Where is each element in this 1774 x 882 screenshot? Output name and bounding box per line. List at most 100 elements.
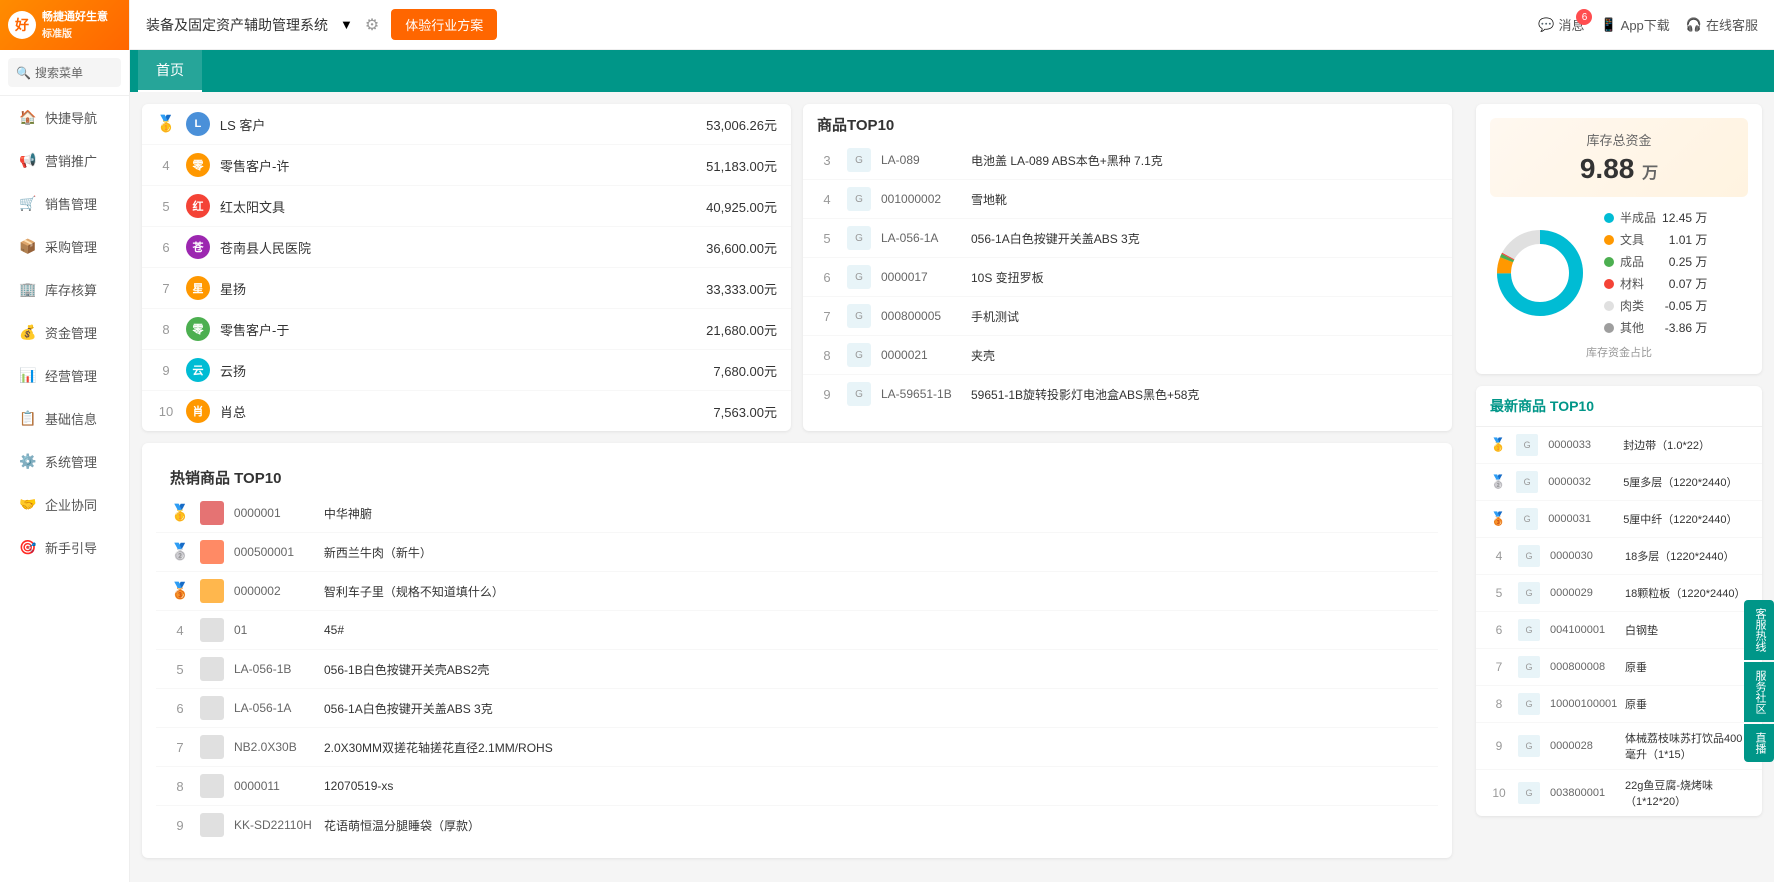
tab-home[interactable]: 首页 xyxy=(138,50,202,92)
service-live-btn[interactable]: 直播 xyxy=(1744,724,1774,762)
main-area: 装备及固定资产辅助管理系统 ▼ ⚙ 体验行业方案 💬 消息 6 📱 App下载 … xyxy=(130,0,1774,882)
rank-number: 6 xyxy=(156,240,176,255)
legend-dot xyxy=(1604,279,1614,289)
sidebar-item-系统管理[interactable]: ⚙️系统管理 xyxy=(0,440,129,483)
rank-number: 7 xyxy=(156,281,176,296)
legend-item: 文具 1.01 万 xyxy=(1604,231,1707,248)
latest-product-name: 体械荔枝味苏打饮品400毫升（1*15） xyxy=(1625,730,1748,762)
service-community-btn[interactable]: 服务社区 xyxy=(1744,662,1774,722)
logo-icon: 好 xyxy=(8,11,36,39)
app-download-button[interactable]: 📱 App下载 xyxy=(1600,15,1669,34)
latest-rank-num: 7 xyxy=(1490,660,1508,674)
sidebar-item-新手引导[interactable]: 🎯新手引导 xyxy=(0,526,129,569)
latest-product-code: 004100001 xyxy=(1550,624,1615,636)
customer-row: 10 肖 肖总 7,563.00元 xyxy=(142,391,791,431)
service-hotline-btn[interactable]: 客服热线 xyxy=(1744,600,1774,660)
customer-name: 肖总 xyxy=(220,402,703,421)
rank-number: 5 xyxy=(156,199,176,214)
hot-product-image xyxy=(200,813,224,837)
hot-rank-num: 6 xyxy=(170,701,190,716)
hot-product-code: LA-056-1B xyxy=(234,662,314,676)
sidebar-logo: 好 畅捷通好生意 标准版 xyxy=(0,0,129,50)
message-button[interactable]: 💬 消息 6 xyxy=(1538,15,1584,34)
sidebar-item-快捷导航[interactable]: 🏠快捷导航 xyxy=(0,96,129,139)
product-top-row: 3 G LA-089 电池盖 LA-089 ABS本色+黑种 7.1克 xyxy=(803,141,1452,180)
product-top-row: 6 G 0000017 10S 变扭罗板 xyxy=(803,258,1452,297)
latest-product-row: 9 G 0000028 体械荔枝味苏打饮品400毫升（1*15） xyxy=(1476,723,1762,770)
customer-row: 4 零 零售客户-许 51,183.00元 xyxy=(142,145,791,186)
rank-number: 9 xyxy=(156,363,176,378)
customer-value: 51,183.00元 xyxy=(706,156,777,175)
mobile-icon: 📱 xyxy=(1600,17,1616,33)
latest-product-code: 003800001 xyxy=(1550,787,1615,799)
latest-product-name: 封边带（1.0*22） xyxy=(1623,437,1748,453)
hot-product-code: 0000002 xyxy=(234,584,314,598)
product-name: 雪地靴 xyxy=(971,191,1438,208)
hot-product-image xyxy=(200,501,224,525)
customer-value: 7,680.00元 xyxy=(713,361,777,380)
sidebar-item-销售管理[interactable]: 🛒销售管理 xyxy=(0,182,129,225)
legend-dot xyxy=(1604,323,1614,333)
sidebar-search[interactable]: 🔍 搜索菜单 xyxy=(0,50,129,96)
hot-product-image xyxy=(200,696,224,720)
product-name: 59651-1B旋转投影灯电池盒ABS黑色+58克 xyxy=(971,386,1438,403)
trial-button[interactable]: 体验行业方案 xyxy=(391,9,497,40)
latest-product-image: G xyxy=(1518,693,1540,715)
customer-value: 21,680.00元 xyxy=(706,320,777,339)
product-image: G xyxy=(847,226,871,250)
right-panel: 库存总资金 9.88 万 xyxy=(1464,92,1774,882)
hot-product-row: 6 LA-056-1A 056-1A白色按键开关盖ABS 3克 xyxy=(156,689,1438,728)
customer-name: LS 客户 xyxy=(220,115,696,134)
hot-product-name: 45# xyxy=(324,623,1424,637)
latest-product-row: 🥇 G 0000033 封边带（1.0*22） xyxy=(1476,427,1762,464)
service-float: 客服热线 服务社区 直播 xyxy=(1744,600,1774,762)
headset-icon: 🎧 xyxy=(1686,17,1702,33)
sidebar-item-基础信息[interactable]: 📋基础信息 xyxy=(0,397,129,440)
sidebar-item-企业协同[interactable]: 🤝企业协同 xyxy=(0,483,129,526)
product-image: G xyxy=(847,265,871,289)
hot-product-name: 花语萌恒温分腿睡袋（厚款） xyxy=(324,817,1424,834)
inventory-legend: 半成品 12.45 万 文具 1.01 万 成品 0.25 万 材料 0.07 … xyxy=(1604,209,1707,336)
hot-product-code: 0000011 xyxy=(234,779,314,793)
legend-value: -0.05 万 xyxy=(1665,297,1708,314)
sidebar-item-采购管理[interactable]: 📦采购管理 xyxy=(0,225,129,268)
sidebar-item-经营管理[interactable]: 📊经营管理 xyxy=(0,354,129,397)
latest-rank-num: 5 xyxy=(1490,586,1508,600)
customer-name: 零售客户-许 xyxy=(220,156,696,175)
app-download-label: App下载 xyxy=(1621,15,1670,34)
hot-products-title: 热销商品 TOP10 xyxy=(156,457,1438,494)
hot-product-row: 9 KK-SD22110H 花语萌恒温分腿睡袋（厚款） xyxy=(156,806,1438,844)
latest-product-row: 🥉 G 0000031 5厘中纤（1220*2440） xyxy=(1476,501,1762,538)
latest-product-name: 18颗粒板（1220*2440） xyxy=(1625,585,1748,601)
customer-avatar: 零 xyxy=(186,317,210,341)
customer-value: 36,600.00元 xyxy=(706,238,777,257)
hot-product-row: 4 01 45# xyxy=(156,611,1438,650)
hot-product-name: 12070519-xs xyxy=(324,779,1424,793)
product-code: 0000021 xyxy=(881,348,961,362)
latest-product-code: 0000032 xyxy=(1548,476,1613,488)
gear-icon[interactable]: ⚙ xyxy=(365,15,379,35)
sidebar-nav: 🏠快捷导航📢营销推广🛒销售管理📦采购管理🏢库存核算💰资金管理📊经营管理📋基础信息… xyxy=(0,96,129,569)
latest-product-image: G xyxy=(1518,545,1540,567)
latest-rank-num: 4 xyxy=(1490,549,1508,563)
legend-label: 材料 xyxy=(1620,275,1663,292)
latest-medal-silver-icon: 🥈 xyxy=(1490,474,1506,490)
legend-dot xyxy=(1604,235,1614,245)
sidebar-item-营销推广[interactable]: 📢营销推广 xyxy=(0,139,129,182)
customer-ranking-card: 🥇 L LS 客户 53,006.26元 4 零 零售客户-许 51,183.0… xyxy=(142,104,791,431)
sidebar-item-库存核算[interactable]: 🏢库存核算 xyxy=(0,268,129,311)
latest-product-name: 5厘多层（1220*2440） xyxy=(1623,474,1748,490)
customer-avatar: 云 xyxy=(186,358,210,382)
customer-avatar: 苍 xyxy=(186,235,210,259)
search-menu-button[interactable]: 🔍 搜索菜单 xyxy=(8,58,121,87)
logo-text: 畅捷通好生意 xyxy=(42,10,108,24)
product-top-row: 5 G LA-056-1A 056-1A白色按键开关盖ABS 3克 xyxy=(803,219,1452,258)
inventory-card: 库存总资金 9.88 万 xyxy=(1476,104,1762,374)
online-service-button[interactable]: 🎧 在线客服 xyxy=(1686,15,1758,34)
hot-product-row: 8 0000011 12070519-xs xyxy=(156,767,1438,806)
product-code: 001000002 xyxy=(881,192,961,206)
latest-product-code: 0000028 xyxy=(1550,740,1615,752)
product-top-row: 8 G 0000021 夹壳 xyxy=(803,336,1452,375)
sidebar-item-资金管理[interactable]: 💰资金管理 xyxy=(0,311,129,354)
logo-sub: 标准版 xyxy=(42,25,108,40)
